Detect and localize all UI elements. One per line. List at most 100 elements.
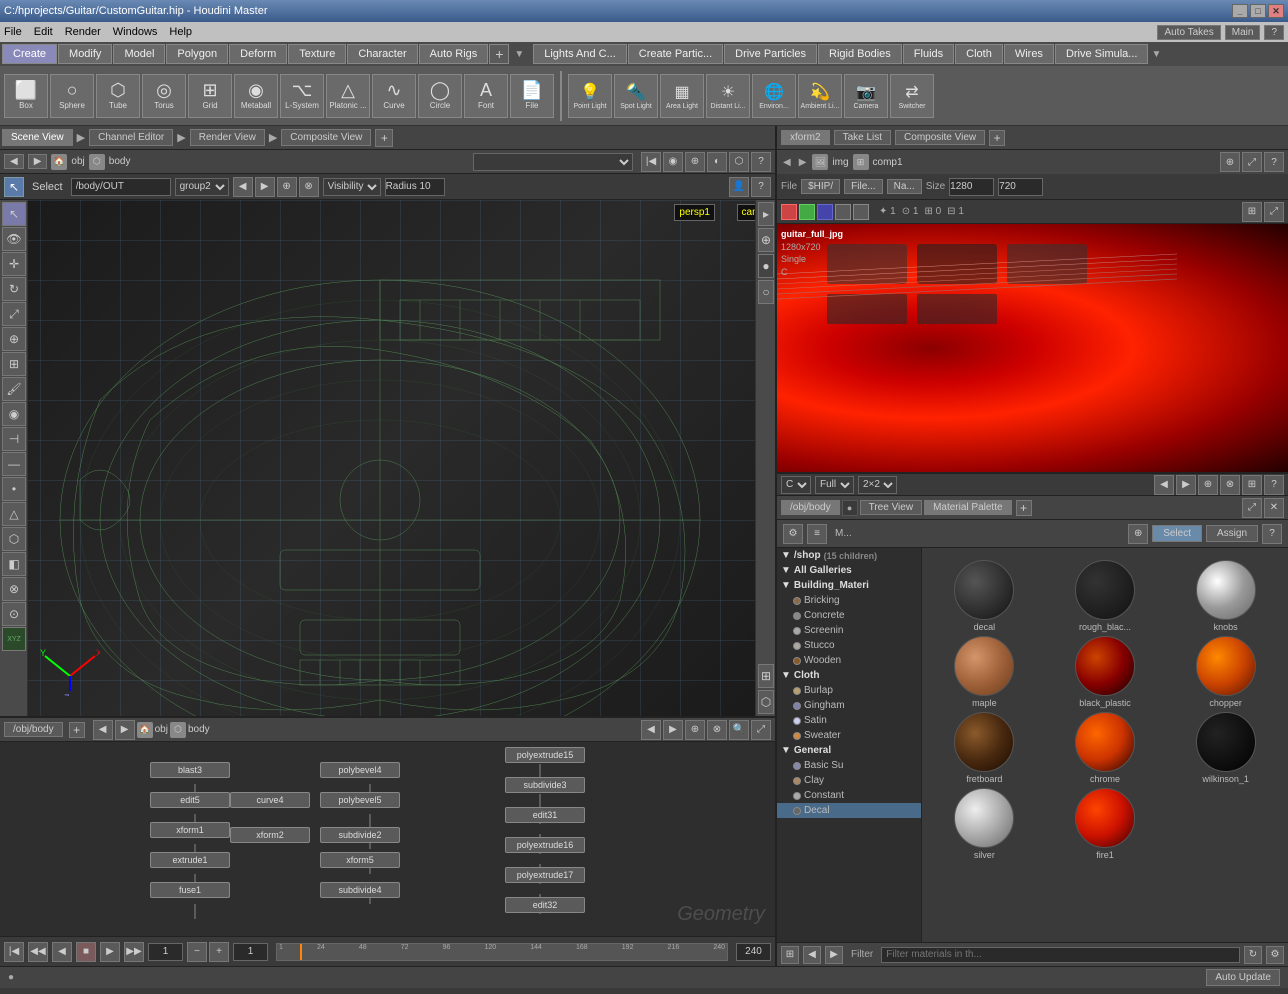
- tool-view[interactable]: 👁: [2, 227, 26, 251]
- tl-next-frame-button[interactable]: ▶▶: [124, 942, 144, 962]
- tool-box[interactable]: ⬜ Box: [4, 74, 48, 118]
- tool-select-mode[interactable]: ↖: [2, 202, 26, 226]
- path-input[interactable]: [71, 178, 171, 196]
- render-blue-btn[interactable]: [817, 204, 833, 220]
- right-tab-overflow[interactable]: ▼: [1149, 49, 1163, 60]
- mat-cell-fretboard[interactable]: fretboard: [926, 712, 1043, 784]
- size-height-input[interactable]: [998, 178, 1043, 196]
- tree-building-folder[interactable]: ▼ Building_Materi: [777, 578, 921, 593]
- node-polybevel5[interactable]: polybevel5: [320, 792, 400, 808]
- tool-curve[interactable]: ∿ Curve: [372, 74, 416, 118]
- nav-btn-6[interactable]: ?: [751, 152, 771, 172]
- right-tool-3[interactable]: ●: [758, 254, 774, 278]
- viewport-help-icon[interactable]: ?: [751, 177, 771, 197]
- tool-grid[interactable]: ⊞ Grid: [188, 74, 232, 118]
- tree-constant[interactable]: Constant: [777, 788, 921, 803]
- nav-btn-3[interactable]: ⊕: [685, 152, 705, 172]
- nav-btn-4[interactable]: ◐: [707, 152, 727, 172]
- mat-cell-chopper[interactable]: chopper: [1167, 636, 1284, 708]
- tool-handle[interactable]: ⊕: [2, 327, 26, 351]
- node-subdivide4[interactable]: subdivide4: [320, 882, 400, 898]
- add-tab-button[interactable]: +: [489, 44, 509, 64]
- view-tab-composite[interactable]: Composite View: [281, 129, 371, 146]
- mat-cell-fire[interactable]: fire1: [1047, 788, 1164, 860]
- render-nav-2[interactable]: ▶: [1176, 475, 1196, 495]
- mat-cell-decal[interactable]: decal: [926, 560, 1043, 632]
- tl-plus-btn[interactable]: +: [209, 942, 229, 962]
- tool-lsystem[interactable]: ⌥ L-System: [280, 74, 324, 118]
- node-subdivide3[interactable]: subdivide3: [505, 777, 585, 793]
- right-tool-6[interactable]: ⬡: [758, 690, 774, 714]
- tab-drive-simula[interactable]: Drive Simula...: [1055, 44, 1149, 64]
- render-gray-btn[interactable]: [835, 204, 851, 220]
- right-tool-4[interactable]: ○: [758, 280, 774, 304]
- render-nav-6[interactable]: ?: [1264, 475, 1284, 495]
- size-input[interactable]: [949, 178, 994, 196]
- rp-nav-btn-1[interactable]: ⊕: [1220, 152, 1240, 172]
- timeline-bar[interactable]: 1 24 48 72 96 120 144 168 192 216 240: [276, 943, 728, 961]
- tab-modify[interactable]: Modify: [58, 44, 112, 64]
- body-icon[interactable]: ⬡: [89, 154, 105, 170]
- ng-btn-3[interactable]: ⊕: [685, 720, 705, 740]
- ng-btn-2[interactable]: ▶: [663, 720, 683, 740]
- mat-cell-rough-black[interactable]: rough_blac...: [1047, 560, 1164, 632]
- node-blast3[interactable]: blast3: [150, 762, 230, 778]
- path-nav-4[interactable]: ⊗: [299, 177, 319, 197]
- mat-nav-icon[interactable]: ⊕: [1128, 524, 1148, 544]
- breadcrumb-body[interactable]: body: [109, 156, 131, 167]
- c-select[interactable]: C: [781, 476, 811, 494]
- tl-start-button[interactable]: |◀: [4, 942, 24, 962]
- render-fullscreen-btn[interactable]: ⤢: [1264, 202, 1284, 222]
- mat-help-icon[interactable]: ?: [1262, 524, 1282, 544]
- ng-fullscreen[interactable]: ⤢: [751, 720, 771, 740]
- mat-cell-black-plastic[interactable]: black_plastic: [1047, 636, 1164, 708]
- rp-tab-composite[interactable]: Composite View: [895, 130, 985, 145]
- mat-fullscreen[interactable]: ⤢: [1242, 498, 1262, 518]
- tree-satin[interactable]: Satin: [777, 713, 921, 728]
- mat-close[interactable]: ✕: [1264, 498, 1284, 518]
- tool-mirror[interactable]: ⊣: [2, 427, 26, 451]
- mat-tree-btn[interactable]: ⊞: [781, 946, 799, 964]
- tool-distant-light[interactable]: ☀ Distant Li...: [706, 74, 750, 118]
- view-tab-render[interactable]: Render View: [190, 129, 265, 146]
- node-polyextrude16[interactable]: polyextrude16: [505, 837, 585, 853]
- mat-cell-silver[interactable]: silver: [926, 788, 1043, 860]
- tree-cloth-folder[interactable]: ▼ Cloth: [777, 668, 921, 683]
- render-btn-5[interactable]: [853, 204, 869, 220]
- render-nav-5[interactable]: ⊞: [1242, 475, 1262, 495]
- right-tool-2[interactable]: ⊕: [758, 228, 774, 252]
- nav-btn-1[interactable]: |◀: [641, 152, 661, 172]
- rp-nav-btn-2[interactable]: ⤢: [1242, 152, 1262, 172]
- tool-unknown3[interactable]: ⊗: [2, 577, 26, 601]
- rp-nav-btn-3[interactable]: ?: [1264, 152, 1284, 172]
- rp-nav-forward[interactable]: ▶: [797, 157, 809, 168]
- node-polyextrude17[interactable]: polyextrude17: [505, 867, 585, 883]
- mat-scroll-left[interactable]: ◀: [803, 946, 821, 964]
- minimize-button[interactable]: _: [1232, 4, 1248, 18]
- node-edit31[interactable]: edit31: [505, 807, 585, 823]
- ng-obj-label[interactable]: obj: [155, 724, 168, 735]
- tool-font[interactable]: A Font: [464, 74, 508, 118]
- na-btn[interactable]: Na...: [887, 179, 922, 194]
- tool-tube[interactable]: ⬡ Tube: [96, 74, 140, 118]
- current-frame-display[interactable]: [736, 943, 771, 961]
- ng-nav-1[interactable]: ◀: [93, 720, 113, 740]
- menu-render[interactable]: Render: [65, 26, 101, 38]
- tool-platonic[interactable]: △ Platonic ...: [326, 74, 370, 118]
- main-button[interactable]: Main: [1225, 25, 1261, 40]
- tool-switcher[interactable]: ⇄ Switcher: [890, 74, 934, 118]
- close-button[interactable]: ✕: [1268, 4, 1284, 18]
- auto-update-button[interactable]: Auto Update: [1206, 969, 1280, 986]
- rp-img-icon[interactable]: 🖼: [812, 154, 828, 170]
- node-edit32[interactable]: edit32: [505, 897, 585, 913]
- tree-sweater[interactable]: Sweater: [777, 728, 921, 743]
- tool-area-light[interactable]: ▦ Area Light: [660, 74, 704, 118]
- render-color-btn[interactable]: [781, 204, 797, 220]
- tool-unknown2[interactable]: ◧: [2, 552, 26, 576]
- tool-unknown4[interactable]: ⊙: [2, 602, 26, 626]
- file-browse-btn[interactable]: File...: [844, 179, 882, 194]
- render-nav-1[interactable]: ◀: [1154, 475, 1174, 495]
- rp-img-label[interactable]: img: [832, 157, 848, 168]
- tab-wires[interactable]: Wires: [1004, 44, 1054, 64]
- render-settings-btn[interactable]: ⊞: [1242, 202, 1262, 222]
